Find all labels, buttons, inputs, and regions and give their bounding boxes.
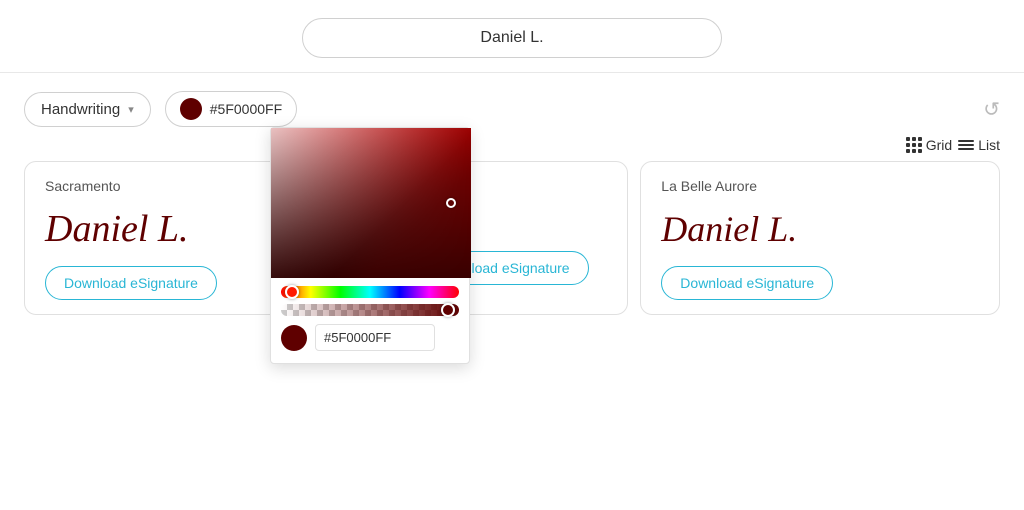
color-picker-button[interactable]: #5F0000FF	[165, 91, 297, 127]
list-label: List	[978, 137, 1000, 153]
grid-icon	[906, 137, 922, 153]
grid-view-button[interactable]: Grid	[906, 137, 952, 153]
color-gradient-canvas[interactable]	[271, 128, 471, 278]
color-picker-popup	[270, 127, 470, 364]
controls-row: Handwriting ▾ #5F0000FF ↺	[0, 73, 1024, 127]
handwriting-dropdown[interactable]: Handwriting ▾	[24, 92, 151, 127]
gradient-overlay	[271, 128, 471, 278]
alpha-slider[interactable]	[281, 304, 459, 316]
list-view-button[interactable]: List	[958, 137, 1000, 153]
list-icon	[958, 137, 974, 153]
card-title-labelle: La Belle Aurore	[661, 178, 757, 194]
download-button-labelle[interactable]: Download eSignature	[661, 266, 833, 300]
cards-row: Sacramento Daniel L. Download eSignature…	[0, 161, 1024, 315]
hue-slider[interactable]	[281, 286, 459, 298]
card-title-sacramento: Sacramento	[45, 178, 120, 194]
grid-label: Grid	[926, 137, 952, 153]
picker-cursor	[446, 198, 456, 208]
hex-color-circle-preview	[281, 325, 307, 351]
hex-input[interactable]	[315, 324, 435, 351]
undo-icon: ↺	[983, 99, 1000, 121]
alpha-slider-row	[271, 304, 469, 316]
alpha-thumb	[441, 303, 455, 317]
color-circle	[180, 98, 202, 120]
view-toggle-row: Grid List	[0, 127, 1024, 161]
color-hex-label: #5F0000FF	[210, 101, 282, 117]
download-button-sacramento[interactable]: Download eSignature	[45, 266, 217, 300]
name-input[interactable]	[302, 18, 722, 58]
chevron-down-icon: ▾	[128, 103, 134, 116]
hex-input-row	[271, 324, 469, 351]
undo-button[interactable]: ↺	[983, 97, 1000, 122]
hue-thumb	[285, 285, 299, 299]
handwriting-dropdown-label: Handwriting	[41, 101, 120, 118]
name-input-row	[0, 0, 1024, 72]
signature-preview-labelle: Daniel L.	[661, 204, 797, 256]
hue-slider-row	[271, 278, 469, 298]
signature-preview-sacramento: Daniel L.	[45, 204, 189, 256]
signature-card-labelle: La Belle Aurore Daniel L. Download eSign…	[640, 161, 1000, 315]
